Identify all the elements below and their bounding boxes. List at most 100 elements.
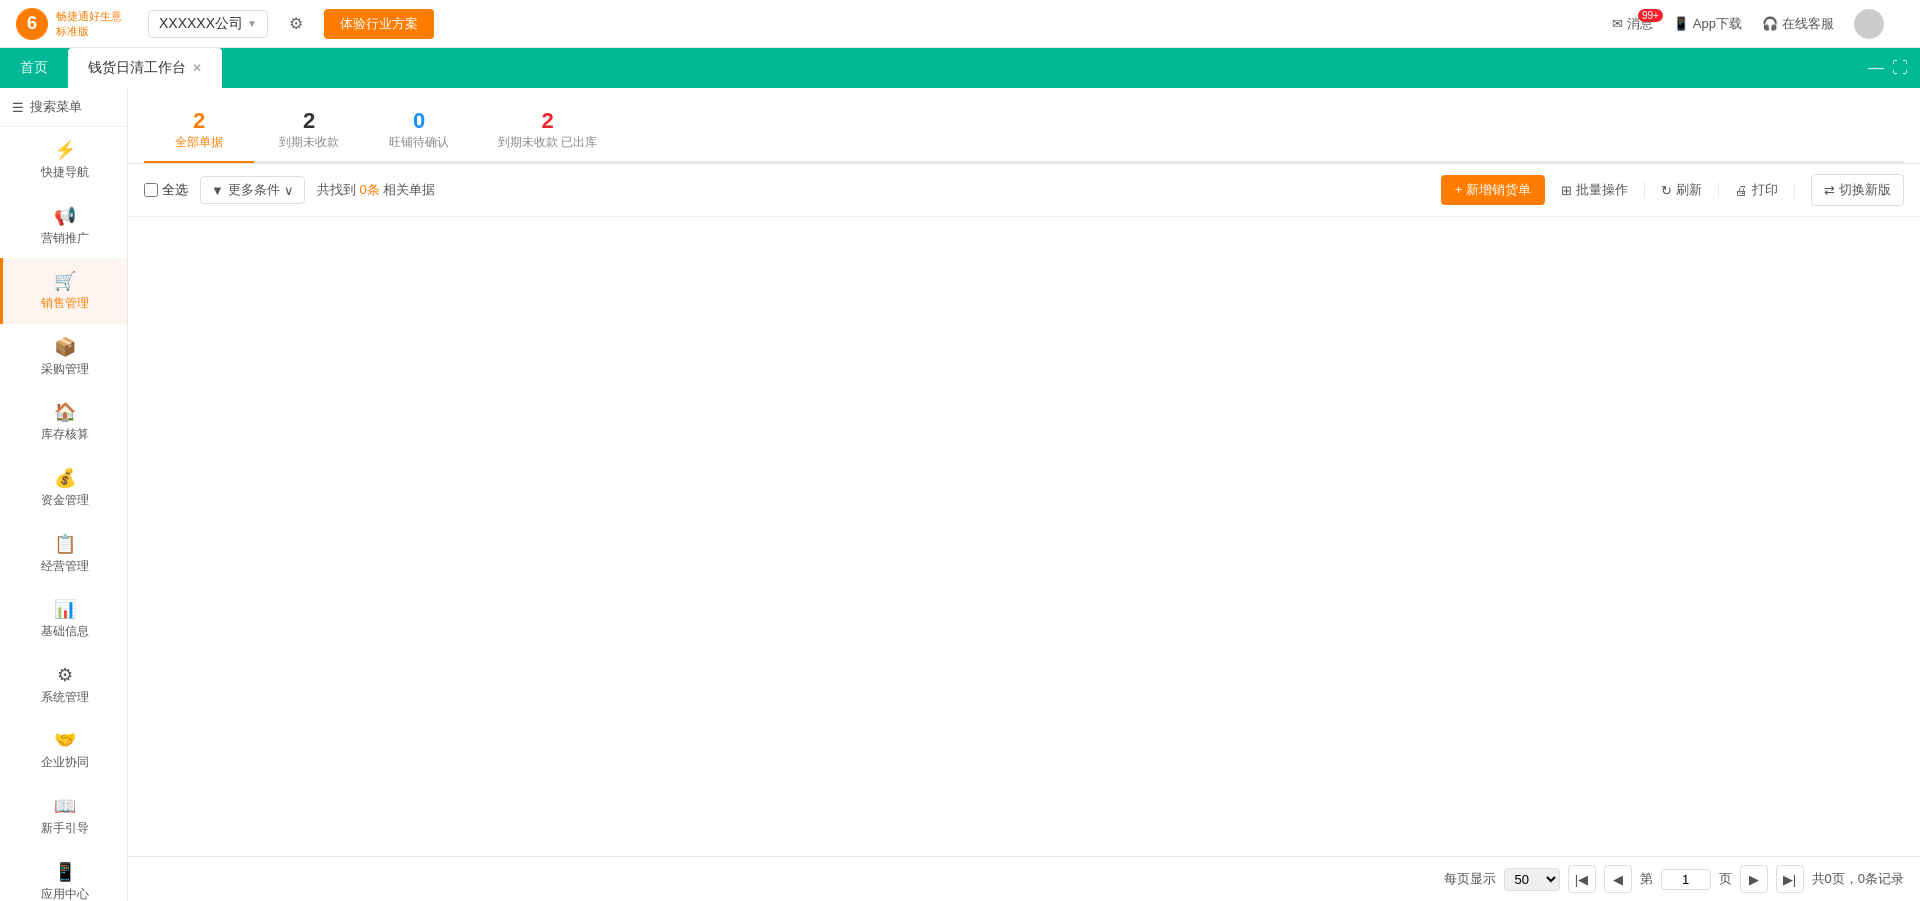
filter-tab-wangpu[interactable]: 0 旺铺待确认 <box>364 100 474 163</box>
next-page-button[interactable]: ▶ <box>1740 865 1768 893</box>
print-icon: 🖨 <box>1735 183 1748 198</box>
toolbar-right: + 新增销货单 ⊞ 批量操作 ↻ 刷新 🖨 打印 ⇄ 切换 <box>1441 174 1904 206</box>
add-sales-order-button[interactable]: + 新增销货单 <box>1441 175 1545 205</box>
sidebar-item-xitong[interactable]: ⚙ 系统管理 <box>0 652 127 718</box>
table-area <box>128 217 1920 856</box>
app-download-label: App下载 <box>1693 15 1742 33</box>
sidebar-label-xitong: 系统管理 <box>41 690 89 706</box>
sidebar-item-yingyong[interactable]: 📱 应用中心 <box>0 849 127 901</box>
header-left: 6 畅捷通好生意 标准版 XXXXXX公司 ▼ ⚙ 体验行业方案 <box>16 8 434 40</box>
filter-tab-all-count: 2 <box>168 108 230 134</box>
filter-tab-chuku[interactable]: 2 到期未收款 已出库 <box>474 100 621 163</box>
filter-dropdown-icon: ∨ <box>284 183 294 198</box>
search-menu-icon: ☰ <box>12 100 24 115</box>
filter-tabs: 2 全部单据 2 到期未收款 0 旺铺待确认 2 到期未收款 已出库 <box>144 100 1904 163</box>
toolbar-left: 全选 ▼ 更多条件 ∨ 共找到 0条 相关单据 <box>144 176 1429 204</box>
avatar[interactable] <box>1854 9 1884 39</box>
page-input[interactable] <box>1661 869 1711 890</box>
filter-button[interactable]: ▼ 更多条件 ∨ <box>200 176 305 204</box>
logo-text: 畅捷通好生意 标准版 <box>56 9 122 38</box>
chart-icon: 📊 <box>54 598 76 620</box>
batch-operation-button[interactable]: ⊞ 批量操作 <box>1561 181 1628 199</box>
filter-tab-chuku-label: 到期未收款 已出库 <box>498 135 597 149</box>
nav-tabs: 首页 钱货日清工作台 ✕ — ⛶ <box>0 48 1920 88</box>
message-button[interactable]: ✉ 消息 99+ <box>1612 15 1653 33</box>
per-page-select[interactable]: 50 10 20 100 <box>1504 868 1560 891</box>
sidebar-item-xiaoshou[interactable]: 🛒 销售管理 <box>0 258 127 324</box>
message-badge: 99+ <box>1638 9 1663 22</box>
tab-qianhuoriqing[interactable]: 钱货日清工作台 ✕ <box>68 48 222 88</box>
sidebar-item-jichu[interactable]: 📊 基础信息 <box>0 586 127 652</box>
sidebar-item-kucun[interactable]: 🏠 库存核算 <box>0 389 127 455</box>
book-icon: 📖 <box>54 795 76 817</box>
clipboard-icon: 📋 <box>54 533 76 555</box>
select-all-checkbox-area[interactable]: 全选 <box>144 181 188 199</box>
minimize-icon[interactable]: — <box>1868 59 1884 77</box>
sidebar-label-yingxiao: 营销推广 <box>41 231 89 247</box>
sidebar-item-xinshou[interactable]: 📖 新手引导 <box>0 783 127 849</box>
page-label-suffix: 页 <box>1719 870 1732 888</box>
sidebar-item-kuaijie[interactable]: ⚡ 快捷导航 <box>0 127 127 193</box>
result-text: 共找到 0条 相关单据 <box>317 181 435 199</box>
top-header: 6 畅捷通好生意 标准版 XXXXXX公司 ▼ ⚙ 体验行业方案 ✉ 消息 99… <box>0 0 1920 48</box>
switch-icon: ⇄ <box>1824 183 1835 198</box>
sidebar-label-xiaoshou: 销售管理 <box>41 296 89 312</box>
tab-home[interactable]: 首页 <box>0 48 68 88</box>
filter-tab-all-label: 全部单据 <box>175 135 223 149</box>
sidebar-label-jingying: 经营管理 <box>41 559 89 575</box>
filter-tab-chuku-count: 2 <box>498 108 597 134</box>
filter-tab-overdue-count: 2 <box>278 108 340 134</box>
sidebar-label-xinshou: 新手引导 <box>41 821 89 837</box>
filter-tab-all[interactable]: 2 全部单据 <box>144 100 254 163</box>
handshake-icon: 🤝 <box>54 729 76 751</box>
nav-tabs-right: — ⛶ <box>1856 59 1920 77</box>
sidebar-item-qiye[interactable]: 🤝 企业协同 <box>0 717 127 783</box>
gear-icon: ⚙ <box>289 14 303 33</box>
sidebar-item-zijin[interactable]: 💰 资金管理 <box>0 455 127 521</box>
refresh-label: 刷新 <box>1676 181 1702 199</box>
sidebar: ☰ 搜索菜单 ⚡ 快捷导航 📢 营销推广 🛒 销售管理 📦 采购管理 🏠 库存核… <box>0 88 128 901</box>
select-all-label: 全选 <box>162 181 188 199</box>
settings-button[interactable]: ⚙ <box>280 8 312 40</box>
select-all-checkbox[interactable] <box>144 183 158 197</box>
result-count: 0条 <box>360 182 380 197</box>
app-download-button[interactable]: 📱 App下载 <box>1673 15 1742 33</box>
maximize-icon[interactable]: ⛶ <box>1892 59 1908 77</box>
toolbar: 全选 ▼ 更多条件 ∨ 共找到 0条 相关单据 + 新增销货单 ⊞ 批量操作 <box>128 164 1920 217</box>
headset-icon: 🎧 <box>1762 16 1778 31</box>
sidebar-label-kuaijie: 快捷导航 <box>41 165 89 181</box>
filter-tab-overdue[interactable]: 2 到期未收款 <box>254 100 364 163</box>
company-dropdown-arrow: ▼ <box>247 18 257 29</box>
sidebar-search[interactable]: ☰ 搜索菜单 <box>0 88 127 127</box>
sidebar-item-jingying[interactable]: 📋 经营管理 <box>0 521 127 587</box>
settings-icon: ⚙ <box>57 664 73 686</box>
tab-close-icon[interactable]: ✕ <box>192 61 202 75</box>
layout: ☰ 搜索菜单 ⚡ 快捷导航 📢 营销推广 🛒 销售管理 📦 采购管理 🏠 库存核… <box>0 88 1920 901</box>
refresh-button[interactable]: ↻ 刷新 <box>1661 181 1702 199</box>
trial-button[interactable]: 体验行业方案 <box>324 9 434 39</box>
toolbar-divider2 <box>1718 182 1719 198</box>
switch-label: 切换新版 <box>1839 181 1891 199</box>
main-content: 2 全部单据 2 到期未收款 0 旺铺待确认 2 到期未收款 已出库 <box>128 88 1920 901</box>
sidebar-item-caigou[interactable]: 📦 采购管理 <box>0 324 127 390</box>
print-label: 打印 <box>1752 181 1778 199</box>
cart-icon: 🛒 <box>54 270 76 292</box>
company-selector[interactable]: XXXXXX公司 ▼ <box>148 10 268 38</box>
sidebar-label-jichu: 基础信息 <box>41 624 89 640</box>
page-label-prefix: 第 <box>1640 870 1653 888</box>
sidebar-item-yingxiao[interactable]: 📢 营销推广 <box>0 193 127 259</box>
message-icon: ✉ <box>1612 16 1623 31</box>
switch-version-button[interactable]: ⇄ 切换新版 <box>1811 174 1904 206</box>
filter-tab-overdue-label: 到期未收款 <box>279 135 339 149</box>
online-service-button[interactable]: 🎧 在线客服 <box>1762 15 1834 33</box>
prev-page-button[interactable]: ◀ <box>1604 865 1632 893</box>
last-page-button[interactable]: ▶| <box>1776 865 1804 893</box>
print-button[interactable]: 🖨 打印 <box>1735 181 1778 199</box>
pagination-bar: 每页显示 50 10 20 100 |◀ ◀ 第 页 ▶ ▶| 共0页，0条记录 <box>128 856 1920 901</box>
search-menu-label: 搜索菜单 <box>30 98 82 116</box>
filter-label: 更多条件 <box>228 181 280 199</box>
first-page-button[interactable]: |◀ <box>1568 865 1596 893</box>
app-download-icon: 📱 <box>1673 16 1689 31</box>
filter-icon: ▼ <box>211 183 224 198</box>
package-icon: 📦 <box>54 336 76 358</box>
